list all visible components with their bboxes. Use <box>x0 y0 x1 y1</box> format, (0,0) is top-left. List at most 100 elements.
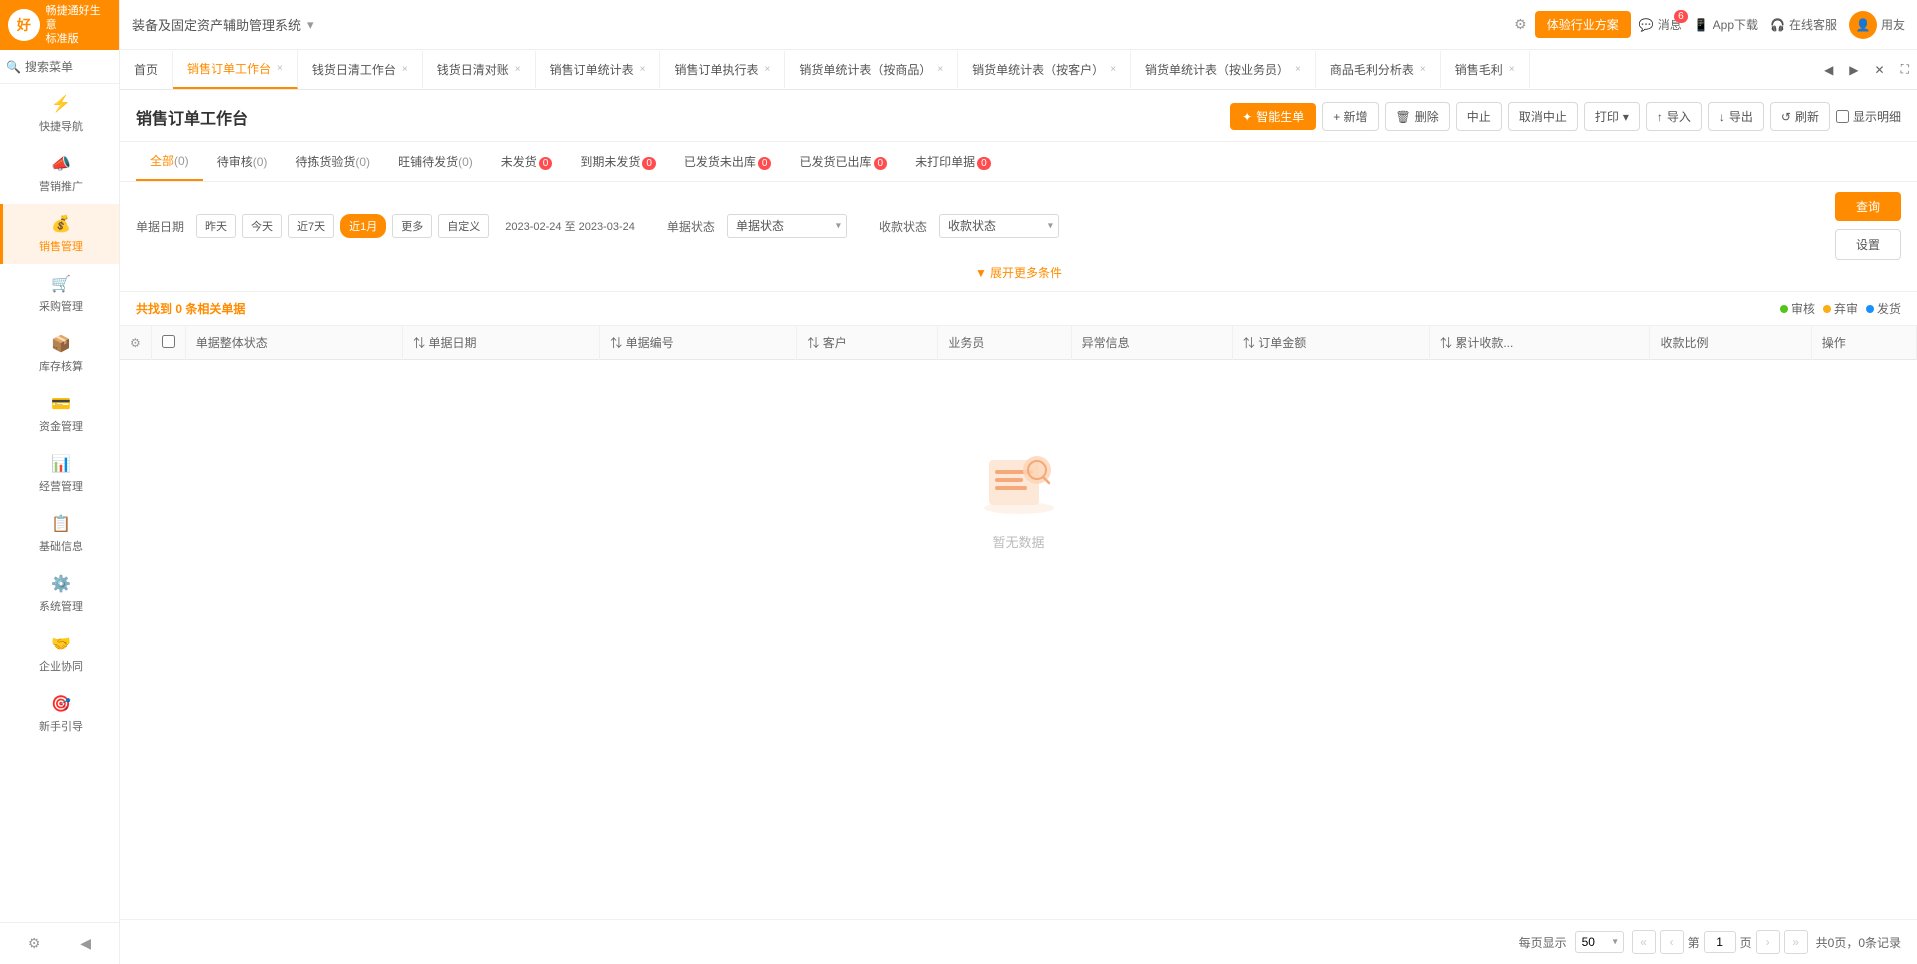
refresh-btn[interactable]: ↺ 刷新 <box>1770 102 1830 131</box>
sort-collected-icon[interactable]: ⇅ <box>1440 336 1452 350</box>
date-btn-yesterday[interactable]: 昨天 <box>196 214 236 238</box>
col-header-collected[interactable]: ⇅ 累计收款... <box>1430 326 1650 360</box>
tab-sales-stats-customer[interactable]: 销货单统计表（按客户） × <box>958 51 1131 88</box>
export-btn[interactable]: ↓ 导出 <box>1708 102 1764 131</box>
settings-bottom-btn[interactable]: ⚙ <box>24 931 45 956</box>
set-btn[interactable]: 设置 <box>1835 229 1901 260</box>
tab-sales-stats-product[interactable]: 销货单统计表（按商品） × <box>785 51 958 88</box>
user-menu-btn[interactable]: 👤 用友 <box>1849 11 1905 39</box>
sidebar-item-guide[interactable]: 🎯 新手引导 <box>0 684 119 744</box>
date-btn-custom[interactable]: 自定义 <box>438 214 489 238</box>
tab-sales-order-exec[interactable]: 销售订单执行表 × <box>660 51 785 88</box>
sub-tab-pending-review[interactable]: 待审核(0) <box>203 143 282 180</box>
date-btn-today[interactable]: 今天 <box>242 214 282 238</box>
page-size-select[interactable]: 50 100 200 <box>1575 931 1624 953</box>
tab-maximize[interactable]: ⛶ <box>1893 54 1917 85</box>
import-btn[interactable]: ↑ 导入 <box>1646 102 1702 131</box>
online-service-btn[interactable]: 🎧 在线客服 <box>1770 16 1837 33</box>
sort-customer-icon[interactable]: ⇅ <box>807 336 819 350</box>
col-header-customer[interactable]: ⇅ 客户 <box>797 326 938 360</box>
sidebar-item-basic-info[interactable]: 📋 基础信息 <box>0 504 119 564</box>
tab-sales-stats-staff[interactable]: 销货单统计表（按业务员） × <box>1131 51 1316 88</box>
date-btn-1month[interactable]: 近1月 <box>340 214 386 238</box>
status-select[interactable]: 单据状态 <box>727 214 847 238</box>
col-header-date[interactable]: ⇅ 单据日期 <box>403 326 600 360</box>
sub-tab-wangpu[interactable]: 旺铺待发货(0) <box>384 143 487 180</box>
industry-plan-btn[interactable]: 体验行业方案 <box>1535 11 1631 38</box>
cancel-audit-action-btn[interactable]: 弃审 <box>1823 300 1858 317</box>
tab-sales-profit[interactable]: 销售毛利 × <box>1441 51 1530 88</box>
prev-page-btn[interactable]: ‹ <box>1660 930 1684 954</box>
sidebar-item-enterprise[interactable]: 🤝 企业协同 <box>0 624 119 684</box>
print-dropdown-icon[interactable]: ▾ <box>1623 110 1629 124</box>
first-page-btn[interactable]: « <box>1632 930 1656 954</box>
header-settings-btn[interactable]: ⚙ <box>1514 16 1527 33</box>
col-checkbox-header[interactable] <box>151 326 185 360</box>
cancel-stop-btn[interactable]: 取消中止 <box>1508 102 1578 131</box>
tab-close-sales-order-stats[interactable]: × <box>640 64 646 75</box>
print-btn[interactable]: 打印 ▾ <box>1584 102 1640 131</box>
tab-cash-goods-reconcile[interactable]: 钱货日清对账 × <box>423 51 536 88</box>
sort-date-icon[interactable]: ⇅ <box>413 336 425 350</box>
tab-scroll-left[interactable]: ◀ <box>1816 55 1841 85</box>
sidebar-item-marketing[interactable]: 📣 营销推广 <box>0 144 119 204</box>
next-page-btn[interactable]: › <box>1756 930 1780 954</box>
date-btn-7days[interactable]: 近7天 <box>288 214 334 238</box>
tab-close-sales-stats-staff[interactable]: × <box>1295 64 1301 75</box>
delete-btn[interactable]: 🗑 删除 <box>1385 102 1450 131</box>
tab-close-sales-stats-product[interactable]: × <box>937 64 943 75</box>
app-download-btn[interactable]: 📱 App下载 <box>1694 16 1758 33</box>
tab-close-cash-goods-reconcile[interactable]: × <box>515 64 521 75</box>
ai-generate-btn[interactable]: ✦ 智能生单 <box>1230 103 1316 130</box>
collapse-sidebar-btn[interactable]: ◀ <box>76 931 95 956</box>
expand-more-btn[interactable]: ▼ 展开更多条件 <box>975 264 1062 281</box>
tab-close-product-margin[interactable]: × <box>1420 64 1426 75</box>
tab-close-sales-order-workbench[interactable]: × <box>277 63 283 74</box>
tab-product-margin[interactable]: 商品毛利分析表 × <box>1316 51 1441 88</box>
show-detail-checkbox[interactable]: 显示明细 <box>1836 108 1901 125</box>
tab-close-sales-profit[interactable]: × <box>1509 64 1515 75</box>
add-btn[interactable]: + 新增 <box>1322 102 1378 131</box>
tab-cash-daily[interactable]: 钱货日清工作台 × <box>298 51 423 88</box>
date-btn-more[interactable]: 更多 <box>392 214 432 238</box>
sub-tab-shipped-out[interactable]: 已发货已出库0 <box>785 143 901 180</box>
col-header-amount[interactable]: ⇅ 订单金额 <box>1232 326 1429 360</box>
sub-tab-all[interactable]: 全部(0) <box>136 142 203 181</box>
table-scroll-container[interactable]: ⚙ 单据整体状态 ⇅ 单据日期 ⇅ 单据编号 <box>120 326 1917 631</box>
page-input[interactable] <box>1704 931 1736 953</box>
sub-tab-pending-inspect[interactable]: 待拣货验货(0) <box>281 143 384 180</box>
search-menu[interactable]: 🔍 搜索菜单 <box>0 50 119 84</box>
sidebar-item-system[interactable]: ⚙️ 系统管理 <box>0 564 119 624</box>
tab-home[interactable]: 首页 <box>120 51 173 88</box>
tab-close-all[interactable]: ✕ <box>1867 55 1893 85</box>
sub-tab-shipped-not-out[interactable]: 已发货未出库0 <box>670 143 786 180</box>
sidebar-item-sales[interactable]: 💰 销售管理 <box>0 204 119 264</box>
show-detail-input[interactable] <box>1836 110 1849 123</box>
col-header-number[interactable]: ⇅ 单据编号 <box>600 326 797 360</box>
last-page-btn[interactable]: » <box>1784 930 1808 954</box>
collect-select[interactable]: 收款状态 <box>939 214 1059 238</box>
select-all-checkbox[interactable] <box>162 335 175 348</box>
tab-sales-order-stats[interactable]: 销售订单统计表 × <box>536 51 661 88</box>
tab-close-sales-order-exec[interactable]: × <box>764 64 770 75</box>
message-btn[interactable]: 💬 消息 6 <box>1639 16 1682 33</box>
sub-tab-not-shipped[interactable]: 未发货0 <box>487 143 567 180</box>
system-dropdown-btn[interactable]: ▾ <box>307 17 314 33</box>
tab-sales-order-workbench[interactable]: 销售订单工作台 × <box>173 50 298 89</box>
sidebar-item-operations[interactable]: 📊 经营管理 <box>0 444 119 504</box>
sidebar-item-quick-nav[interactable]: ⚡ 快捷导航 <box>0 84 119 144</box>
sub-tab-not-printed[interactable]: 未打印单据0 <box>901 143 1005 180</box>
sidebar-item-inventory[interactable]: 📦 库存核算 <box>0 324 119 384</box>
sidebar-item-finance[interactable]: 💳 资金管理 <box>0 384 119 444</box>
col-settings[interactable]: ⚙ <box>120 326 151 360</box>
tab-close-cash-daily[interactable]: × <box>402 64 408 75</box>
audit-action-btn[interactable]: 审核 <box>1780 300 1815 317</box>
send-action-btn[interactable]: 发货 <box>1866 300 1901 317</box>
sidebar-item-purchase[interactable]: 🛒 采购管理 <box>0 264 119 324</box>
sub-tab-overdue-not-shipped[interactable]: 到期未发货0 <box>566 143 670 180</box>
sort-number-icon[interactable]: ⇅ <box>610 336 622 350</box>
stop-btn[interactable]: 中止 <box>1456 102 1502 131</box>
sort-amount-icon[interactable]: ⇅ <box>1243 336 1255 350</box>
query-btn[interactable]: 查询 <box>1835 192 1901 221</box>
tab-close-sales-stats-customer[interactable]: × <box>1110 64 1116 75</box>
